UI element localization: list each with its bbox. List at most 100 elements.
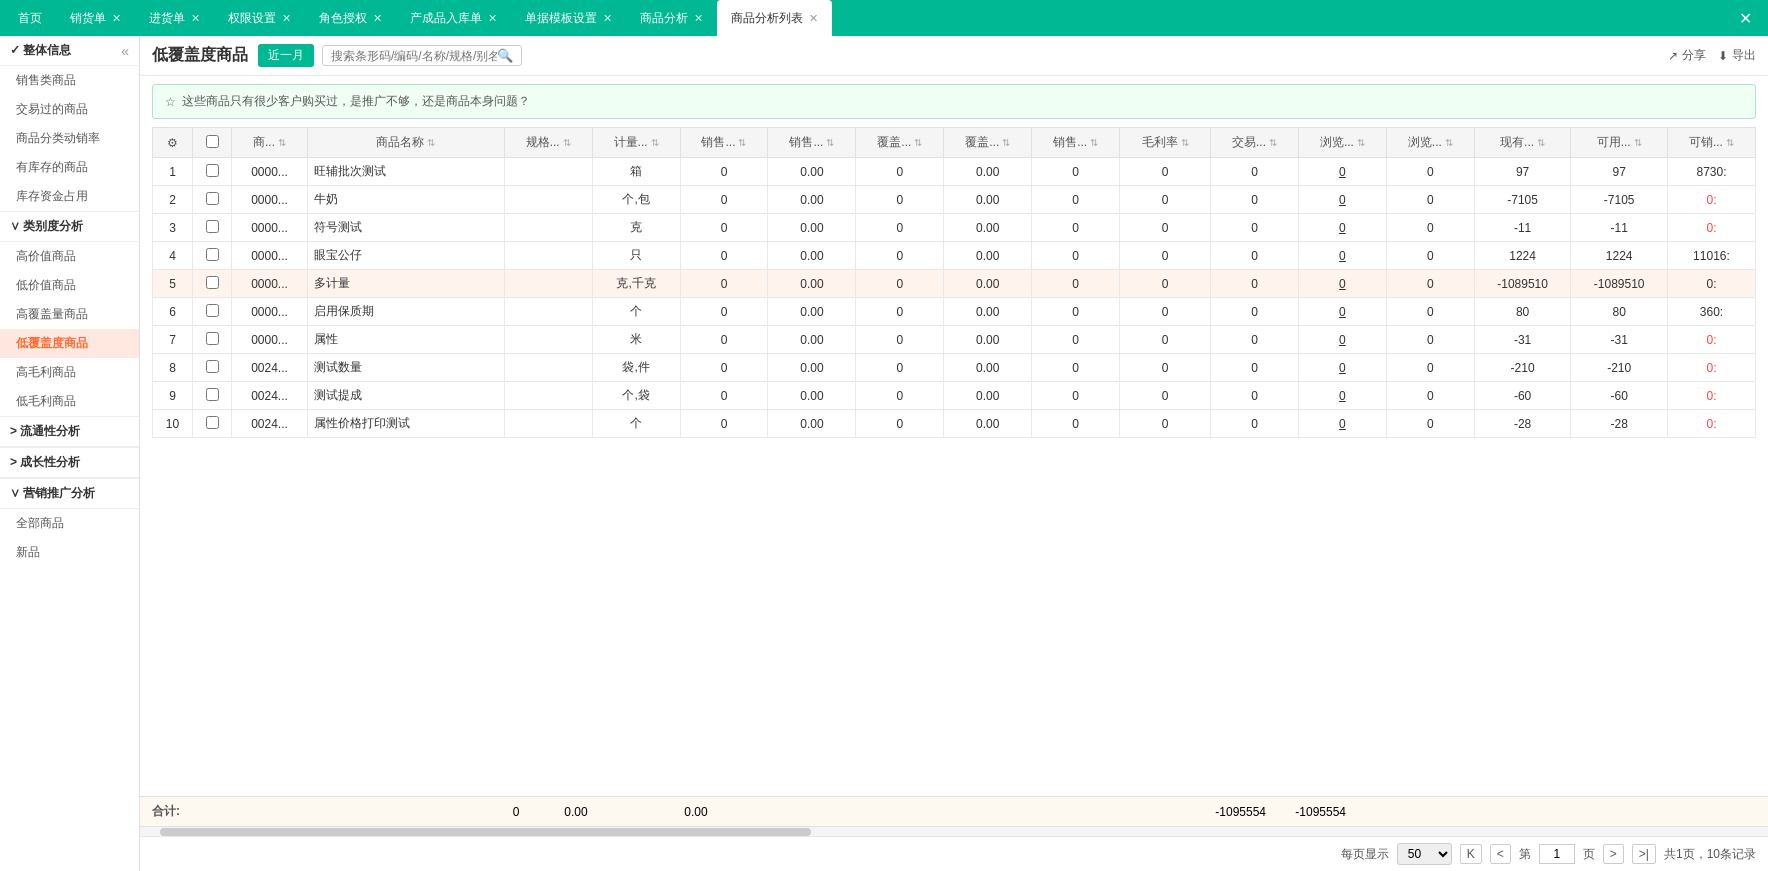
row-name: 属性价格打印测试	[307, 410, 504, 438]
row-checkbox[interactable]	[192, 158, 231, 186]
row-current: 1224	[1474, 242, 1571, 270]
nav-product-inbound[interactable]: 产成品入库单 ✕	[396, 0, 511, 36]
share-button[interactable]: ↗ 分享	[1668, 47, 1706, 64]
sidebar-item-sales-products[interactable]: 销售类商品	[0, 66, 139, 95]
table-row: 6 0000... 启用保质期 个 0 0.00 0 0.00 0 0 0 0 …	[153, 298, 1756, 326]
row-checkbox[interactable]	[192, 298, 231, 326]
nav-close-icon[interactable]: ✕	[809, 12, 818, 25]
sidebar-collapse-button[interactable]: «	[121, 43, 129, 59]
current-page-input[interactable]	[1539, 844, 1575, 864]
export-button[interactable]: ⬇ 导出	[1718, 47, 1756, 64]
horizontal-scrollbar[interactable]	[140, 826, 1768, 836]
row-margin: 0	[1120, 158, 1211, 186]
sidebar-item-high-value[interactable]: 高价值商品	[0, 242, 139, 271]
nav-sales-order[interactable]: 销货单 ✕	[56, 0, 135, 36]
row-cover1: 0	[856, 186, 944, 214]
select-all-checkbox[interactable]	[206, 135, 219, 148]
footer-sales1: 0	[486, 805, 546, 819]
data-table: ⚙ 商...⇅ 商品名称⇅ 规格...⇅ 计量...⇅ 销售...⇅ 销售...…	[152, 127, 1756, 438]
nav-close-icon[interactable]: ✕	[191, 12, 200, 25]
row-browse1[interactable]: 0	[1298, 326, 1386, 354]
row-browse1[interactable]: 0	[1298, 382, 1386, 410]
search-icon: 🔍	[497, 48, 513, 63]
nav-close-icon[interactable]: ✕	[112, 12, 121, 25]
row-code: 0000...	[232, 242, 307, 270]
sidebar-item-high-coverage[interactable]: 高覆盖量商品	[0, 300, 139, 329]
sidebar-item-inventory-capital[interactable]: 库存资金占用	[0, 182, 139, 211]
row-saleable: 0:	[1667, 214, 1755, 242]
row-sales3: 0	[1032, 270, 1120, 298]
row-browse2: 0	[1386, 354, 1474, 382]
row-saleable: 0:	[1667, 354, 1755, 382]
col-settings[interactable]: ⚙	[153, 128, 193, 158]
col-cover1: 覆盖...⇅	[856, 128, 944, 158]
next-page-button[interactable]: >	[1603, 844, 1624, 864]
row-browse1[interactable]: 0	[1298, 214, 1386, 242]
nav-close-icon[interactable]: ✕	[282, 12, 291, 25]
sidebar-item-category-rate[interactable]: 商品分类动销率	[0, 124, 139, 153]
row-checkbox[interactable]	[192, 382, 231, 410]
row-browse1[interactable]: 0	[1298, 298, 1386, 326]
nav-role-auth[interactable]: 角色授权 ✕	[305, 0, 396, 36]
row-browse1[interactable]: 0	[1298, 158, 1386, 186]
nav-product-analysis[interactable]: 商品分析 ✕	[626, 0, 717, 36]
row-available: -28	[1571, 410, 1668, 438]
row-checkbox[interactable]	[192, 270, 231, 298]
last-page-button[interactable]: >|	[1632, 844, 1656, 864]
data-table-container[interactable]: ⚙ 商...⇅ 商品名称⇅ 规格...⇅ 计量...⇅ 销售...⇅ 销售...…	[152, 127, 1756, 796]
row-cover2: 0.00	[944, 214, 1032, 242]
nav-close-icon[interactable]: ✕	[488, 12, 497, 25]
row-spec	[504, 410, 592, 438]
nav-product-analysis-list[interactable]: 商品分析列表 ✕	[717, 0, 832, 36]
sidebar-item-low-coverage[interactable]: 低覆盖度商品	[0, 329, 139, 358]
row-checkbox[interactable]	[192, 242, 231, 270]
nav-close-icon[interactable]: ✕	[603, 12, 612, 25]
page-size-select[interactable]: 50 20 100	[1397, 843, 1452, 865]
first-page-button[interactable]: K	[1460, 844, 1482, 864]
table-row: 2 0000... 牛奶 个,包 0 0.00 0 0.00 0 0 0 0 0…	[153, 186, 1756, 214]
sidebar-item-stocked-products[interactable]: 有库存的商品	[0, 153, 139, 182]
row-browse1[interactable]: 0	[1298, 270, 1386, 298]
row-current: -210	[1474, 354, 1571, 382]
row-name: 启用保质期	[307, 298, 504, 326]
sidebar-item-all-products[interactable]: 全部商品	[0, 509, 139, 538]
sidebar-item-low-value[interactable]: 低价值商品	[0, 271, 139, 300]
row-unit: 克	[592, 214, 680, 242]
sidebar-item-low-margin[interactable]: 低毛利商品	[0, 387, 139, 416]
row-unit: 个	[592, 298, 680, 326]
row-saleable: 360:	[1667, 298, 1755, 326]
nav-purchase-order[interactable]: 进货单 ✕	[135, 0, 214, 36]
row-unit: 只	[592, 242, 680, 270]
nav-permission-settings[interactable]: 权限设置 ✕	[214, 0, 305, 36]
row-browse1[interactable]: 0	[1298, 410, 1386, 438]
row-checkbox[interactable]	[192, 326, 231, 354]
row-unit: 个	[592, 410, 680, 438]
row-browse1[interactable]: 0	[1298, 242, 1386, 270]
sidebar-item-new-products[interactable]: 新品	[0, 538, 139, 567]
row-sales3: 0	[1032, 242, 1120, 270]
sidebar-item-high-margin[interactable]: 高毛利商品	[0, 358, 139, 387]
nav-close-icon[interactable]: ✕	[694, 12, 703, 25]
row-checkbox[interactable]	[192, 214, 231, 242]
sidebar-item-traded-products[interactable]: 交易过的商品	[0, 95, 139, 124]
nav-close-icon[interactable]: ✕	[373, 12, 382, 25]
table-row: 10 0024... 属性价格打印测试 个 0 0.00 0 0.00 0 0 …	[153, 410, 1756, 438]
row-sales1: 0	[680, 354, 768, 382]
row-checkbox[interactable]	[192, 354, 231, 382]
row-name: 旺辅批次测试	[307, 158, 504, 186]
prev-page-button[interactable]: <	[1490, 844, 1511, 864]
nav-template-settings[interactable]: 单据模板设置 ✕	[511, 0, 626, 36]
search-input[interactable]	[331, 49, 497, 63]
row-browse1[interactable]: 0	[1298, 186, 1386, 214]
row-checkbox[interactable]	[192, 186, 231, 214]
window-close-button[interactable]: ✕	[1727, 9, 1764, 28]
row-code: 0000...	[232, 158, 307, 186]
settings-icon[interactable]: ⚙	[167, 136, 178, 150]
row-browse1[interactable]: 0	[1298, 354, 1386, 382]
row-checkbox[interactable]	[192, 410, 231, 438]
col-checkbox[interactable]	[192, 128, 231, 158]
nav-home[interactable]: 首页	[4, 0, 56, 36]
time-filter-button[interactable]: 近一月	[258, 44, 314, 67]
content-panel: 低覆盖度商品 近一月 🔍 ↗ 分享 ⬇ 导出 ☆ 这些商品只有很少客户购买过，是…	[140, 36, 1768, 871]
row-trade: 0	[1211, 354, 1299, 382]
